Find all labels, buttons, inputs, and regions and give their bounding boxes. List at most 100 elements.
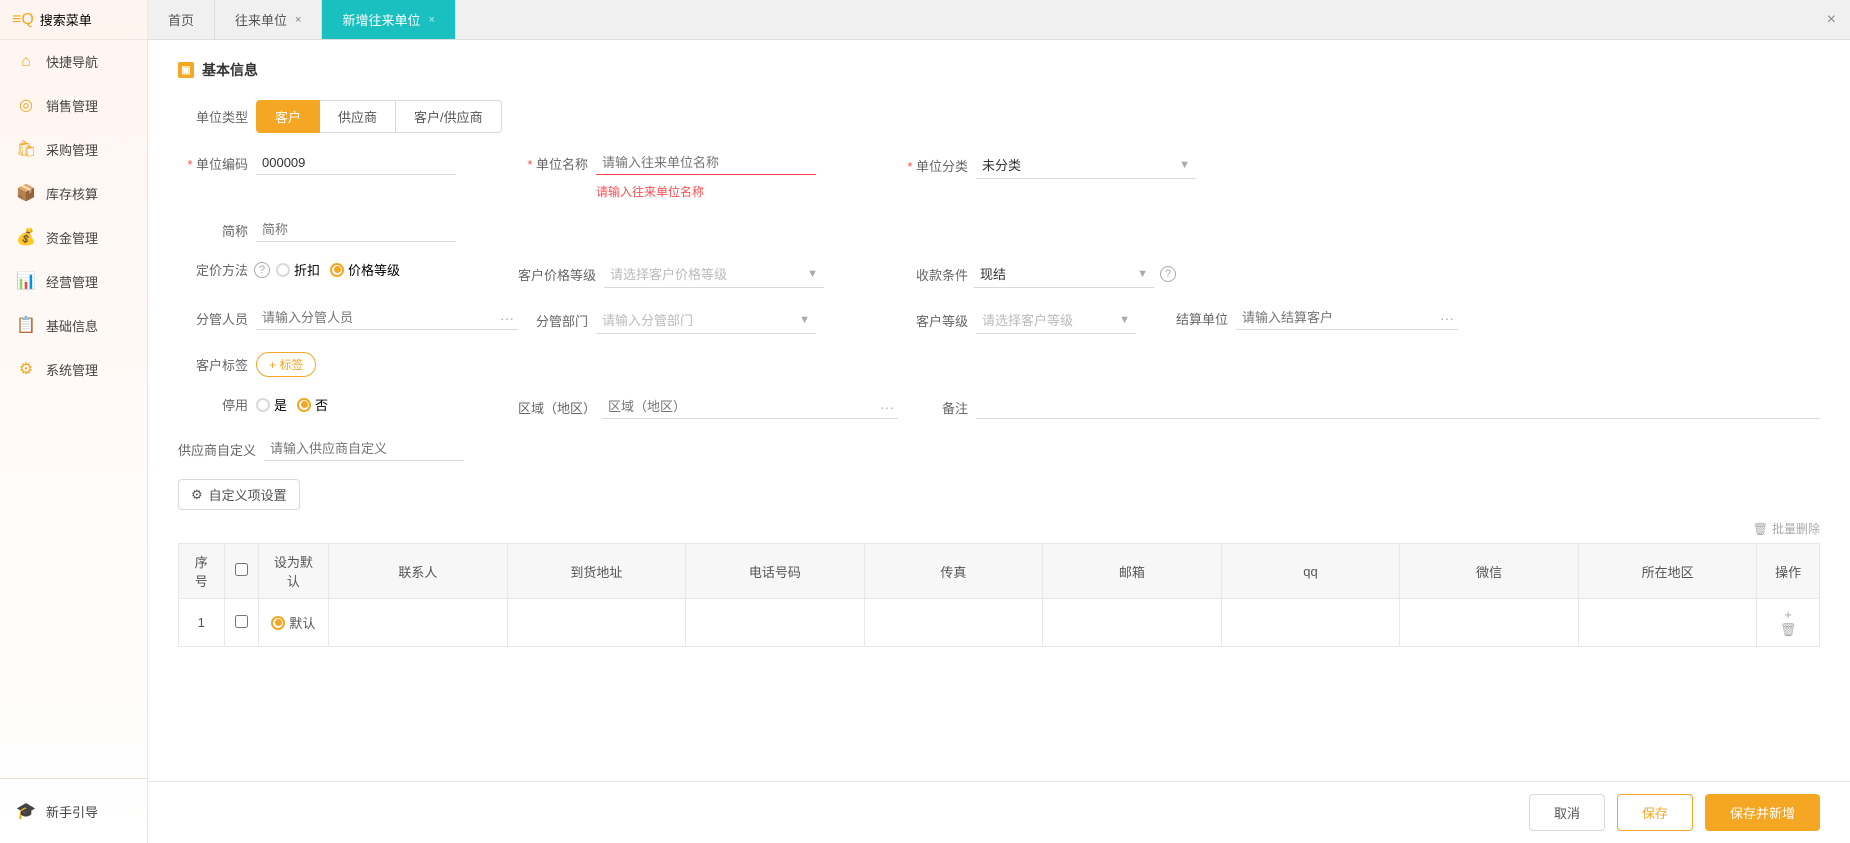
row-fax-input[interactable] (875, 615, 1033, 630)
tab-contacts-label: 往来单位 (235, 10, 287, 29)
sidebar-search[interactable]: ≡Q 搜索菜单 (0, 0, 147, 40)
sidebar: ≡Q 搜索菜单 ⌂ 快捷导航 ◎ 销售管理 🛍 采购管理 📦 库存核算 💰 资金… (0, 0, 148, 843)
row-phone-input[interactable] (696, 615, 854, 630)
sidebar-item-finance[interactable]: 💰 资金管理 (0, 215, 147, 259)
row-qq-input[interactable] (1232, 615, 1390, 630)
supplier-custom-input[interactable] (264, 437, 464, 461)
row-address[interactable] (507, 599, 686, 647)
abbr-row: 简称 (178, 218, 1820, 242)
row-qq[interactable] (1221, 599, 1400, 647)
unit-type-buttons: 客户 供应商 客户/供应商 (256, 100, 502, 133)
region-input[interactable] (602, 395, 876, 418)
row-address-input[interactable] (518, 615, 676, 630)
abbr-input[interactable] (256, 218, 456, 242)
sidebar-item-operations[interactable]: 📊 经营管理 (0, 259, 147, 303)
sidebar-item-system[interactable]: ⚙ 系统管理 (0, 347, 147, 391)
row-fax[interactable] (864, 599, 1043, 647)
chevron-down-icon-3: ▼ (1137, 268, 1148, 280)
manager-input[interactable] (256, 306, 496, 329)
department-select[interactable]: 请输入分管部门 ▼ (596, 306, 816, 334)
row-default: 默认 (258, 599, 329, 647)
btn-supplier[interactable]: 供应商 (320, 100, 396, 133)
col-region: 所在地区 (1578, 544, 1757, 599)
chevron-down-icon-5: ▼ (1119, 314, 1130, 326)
sidebar-item-beginner[interactable]: 🎓 新手引导 (0, 789, 147, 833)
sidebar-label: 销售管理 (46, 96, 98, 115)
radio-yes-circle (256, 398, 270, 412)
col-checkbox[interactable] (224, 544, 258, 599)
sales-icon: ◎ (16, 95, 36, 115)
disabled-label: 停用 (178, 395, 248, 414)
tab-new-contact[interactable]: 新增往来单位 × (322, 0, 455, 39)
chevron-down-icon-4: ▼ (799, 314, 810, 326)
row-default-radio[interactable]: 默认 (269, 613, 319, 632)
unit-category-select[interactable]: 未分类 ▼ (976, 151, 1196, 179)
window-close-button[interactable]: × (1813, 0, 1850, 39)
settlement-unit-input[interactable] (1236, 306, 1436, 329)
sidebar-label: 基础信息 (46, 316, 98, 335)
pricing-help-icon[interactable]: ? (254, 262, 270, 278)
radio-no-dot (301, 401, 308, 408)
unit-code-input[interactable] (256, 151, 456, 175)
tag-button[interactable]: + 标签 (256, 352, 316, 377)
sidebar-item-purchase[interactable]: 🛍 采购管理 (0, 127, 147, 171)
add-row-icon[interactable]: + (1784, 607, 1792, 622)
payment-help-icon[interactable]: ? (1160, 266, 1176, 282)
sidebar-item-quick-nav[interactable]: ⌂ 快捷导航 (0, 40, 147, 83)
batch-delete-area[interactable]: 🗑 批量删除 (178, 520, 1820, 537)
save-button[interactable]: 保存 (1617, 794, 1693, 831)
row-contact[interactable] (329, 599, 508, 647)
payment-terms-group: 收款条件 现结 ▼ ? (898, 260, 1238, 288)
unit-category-label: 单位分类 (898, 156, 968, 175)
payment-terms-select[interactable]: 现结 ▼ (974, 260, 1154, 288)
row-email-input[interactable] (1053, 615, 1211, 630)
save-new-button[interactable]: 保存并新增 (1705, 794, 1820, 831)
row-region[interactable] (1578, 599, 1757, 647)
row-phone[interactable] (686, 599, 865, 647)
sidebar-label: 快捷导航 (46, 52, 98, 71)
row-region-input[interactable] (1589, 615, 1747, 630)
unit-name-input[interactable] (596, 151, 816, 175)
row-wechat[interactable] (1400, 599, 1579, 647)
finance-icon: 💰 (16, 227, 36, 247)
row-contact-input[interactable] (339, 615, 497, 630)
tab-contacts[interactable]: 往来单位 × (215, 0, 322, 39)
gear-icon: ⚙ (191, 487, 203, 503)
region-more-btn[interactable]: ··· (876, 399, 898, 415)
radio-yes[interactable]: 是 (256, 395, 287, 414)
row-wechat-input[interactable] (1410, 615, 1568, 630)
row-checkbox-input[interactable] (235, 615, 248, 628)
main-area: 首页 往来单位 × 新增往来单位 × × ▣ 基本信息 单位类型 客户 供应商 (148, 0, 1850, 843)
select-all-checkbox[interactable] (235, 563, 248, 576)
tab-new-contact-close[interactable]: × (428, 14, 434, 26)
tab-home[interactable]: 首页 (148, 0, 215, 39)
radio-price-level-label: 价格等级 (348, 260, 400, 279)
delete-row-icon[interactable]: 🗑 (1780, 622, 1797, 637)
radio-no[interactable]: 否 (297, 395, 328, 414)
customer-price-level-placeholder: 请选择客户价格等级 (610, 264, 803, 283)
cancel-button[interactable]: 取消 (1529, 794, 1605, 831)
unit-code-label: 单位编码 (178, 154, 248, 173)
manager-more-btn[interactable]: ··· (496, 310, 518, 326)
settlement-more-btn[interactable]: ··· (1436, 310, 1458, 326)
row-checkbox[interactable] (224, 599, 258, 647)
tab-contacts-close[interactable]: × (295, 14, 301, 26)
sidebar-item-sales[interactable]: ◎ 销售管理 (0, 83, 147, 127)
sidebar-item-basic-info[interactable]: 📋 基础信息 (0, 303, 147, 347)
remarks-input[interactable] (976, 395, 1820, 419)
customer-level-select[interactable]: 请选择客户等级 ▼ (976, 306, 1136, 334)
sidebar-item-inventory[interactable]: 📦 库存核算 (0, 171, 147, 215)
customer-price-level-select[interactable]: 请选择客户价格等级 ▼ (604, 260, 824, 288)
tab-spacer (456, 0, 1813, 39)
row-email[interactable] (1043, 599, 1222, 647)
btn-both[interactable]: 客户/供应商 (396, 100, 502, 133)
pricing-row: 定价方法 ? 折扣 价格等级 客户价格等级 (178, 260, 1820, 288)
custom-settings-button[interactable]: ⚙ 自定义项设置 (178, 479, 300, 510)
btn-customer[interactable]: 客户 (256, 100, 320, 133)
search-icon: ≡Q (12, 11, 34, 29)
col-contact: 联系人 (329, 544, 508, 599)
radio-discount[interactable]: 折扣 (276, 260, 320, 279)
remarks-group: 备注 (898, 395, 1820, 419)
disabled-row: 停用 是 否 区域（地区） (178, 395, 1820, 419)
radio-price-level[interactable]: 价格等级 (330, 260, 400, 279)
